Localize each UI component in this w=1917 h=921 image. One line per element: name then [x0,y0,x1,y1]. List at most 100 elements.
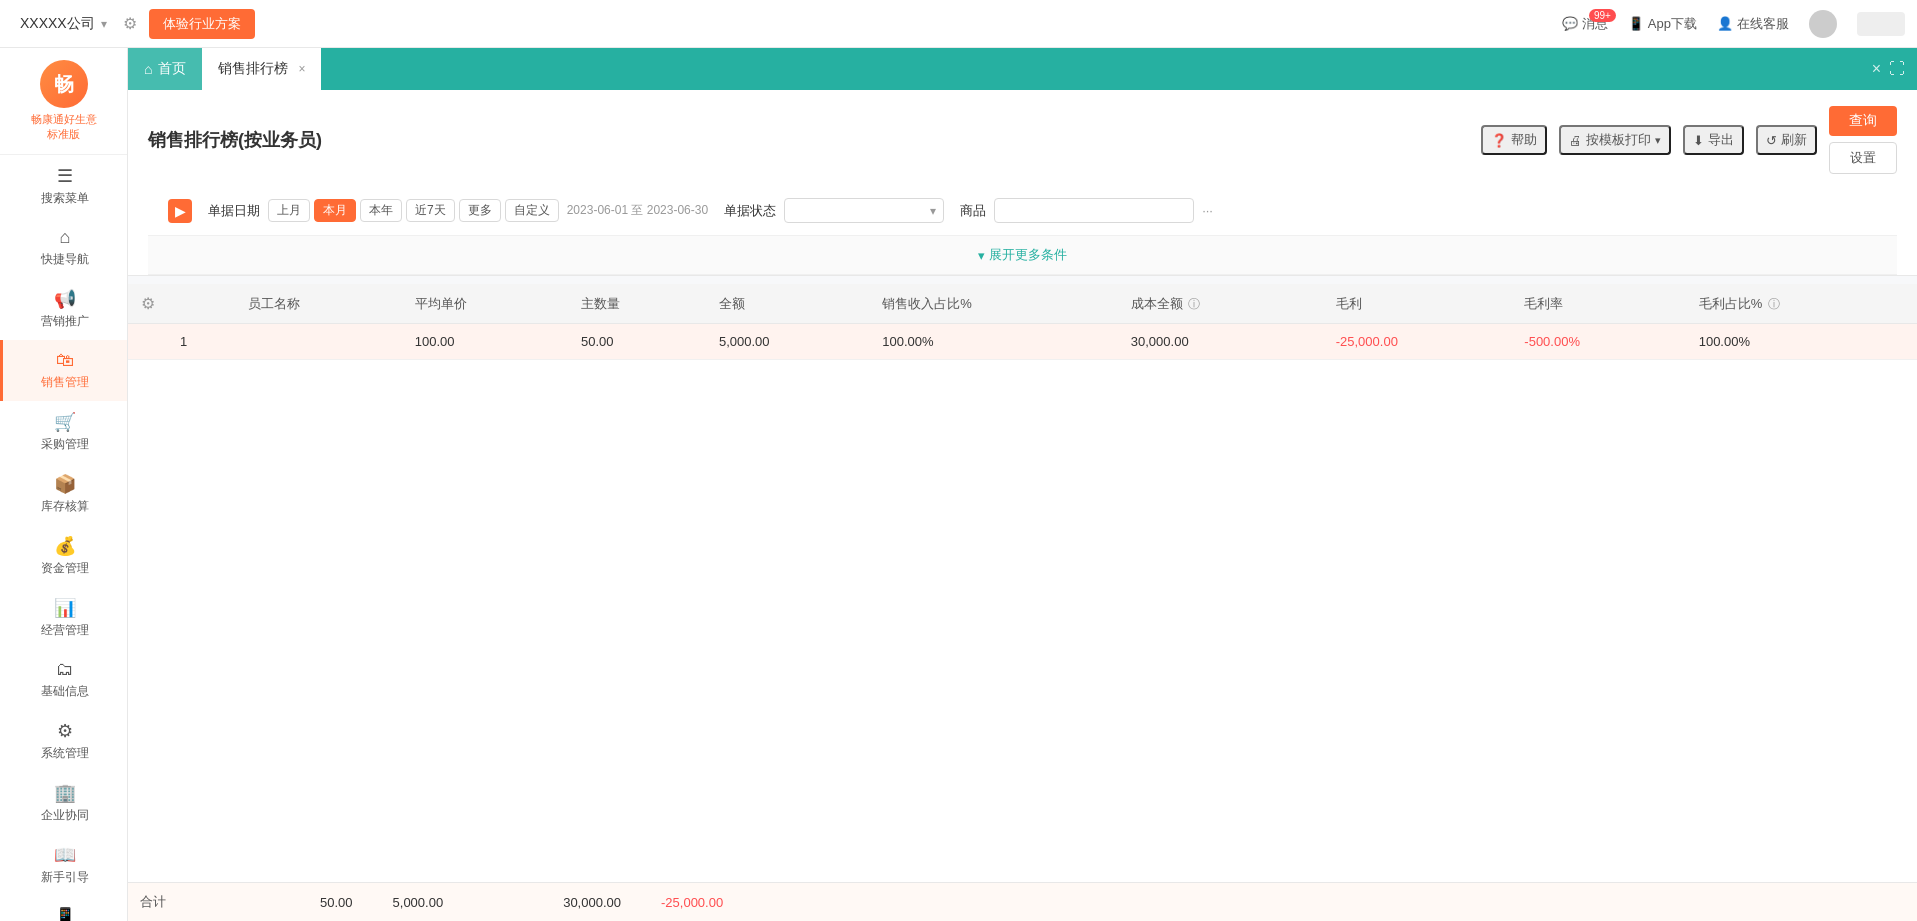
message-badge: 99+ [1589,9,1616,22]
search-order-icon: ☰ [57,165,73,187]
setting-button[interactable]: 设置 [1829,142,1897,174]
help-icon: ❓ [1491,133,1507,148]
expand-more-button[interactable]: ▾ 展开更多条件 [978,246,1067,264]
maximize-icon[interactable]: ⛶ [1889,60,1905,78]
help-label: 帮助 [1511,131,1537,149]
expand-arrow-icon: ▶ [175,203,186,219]
header-row: ⚙ 员工名称 平均单价 主数量 [128,284,1917,324]
gross-ratio-help-icon[interactable]: ⓘ [1768,297,1780,311]
template-print-label: 按模板打印 [1586,131,1651,149]
page-title-row: 销售排行榜(按业务员) ❓ 帮助 🖨 按模板打印 ▾ ⬇ [148,106,1897,174]
status-select[interactable] [784,198,944,223]
home-icon: ⌂ [144,61,152,77]
cell-rank: 1 [168,324,236,360]
col-settings[interactable]: ⚙ [128,284,168,324]
tab-close-icon[interactable]: × [298,62,305,76]
sidebar-item-basic-info[interactable]: 🗂 基础信息 [0,649,127,710]
close-window-icon[interactable]: × [1872,60,1881,78]
sidebar-item-quick-nav[interactable]: ⌂ 快捷导航 [0,217,127,278]
col-gross-ratio: 毛利占比% ⓘ [1687,284,1917,324]
purchase-icon: 🛒 [54,411,76,433]
col-employee-name: 员工名称 [236,284,402,324]
sidebar-item-finance[interactable]: 💰 资金管理 [0,525,127,587]
goods-more-icon[interactable]: ··· [1202,203,1213,218]
tab-sales-rank[interactable]: 销售排行榜 × [202,48,321,90]
logo-subtitle2: 标准版 [31,127,97,142]
page-content: 销售排行榜(按业务员) ❓ 帮助 🖨 按模板打印 ▾ ⬇ [128,90,1917,921]
sidebar-item-enterprise[interactable]: 🏢 企业协同 [0,772,127,834]
cell-gross-ratio: 100.00% [1687,324,1917,360]
user-name-placeholder [1857,12,1905,36]
sidebar-item-operations[interactable]: 📊 经营管理 [0,587,127,649]
sidebar-label-search: 搜索菜单 [41,190,89,207]
footer-cost: 30,000.00 [563,895,621,910]
filter-expand-button[interactable]: ▶ [168,199,192,223]
sales-rank-table: ⚙ 员工名称 平均单价 主数量 [128,284,1917,360]
sidebar-label-sales: 销售管理 [41,374,89,391]
cell-cost: 30,000.00 [1119,324,1324,360]
online-service-item[interactable]: 👤 在线客服 [1717,15,1789,33]
company-name: XXXXX公司 [20,15,95,33]
date-btn-more[interactable]: 更多 [459,199,501,222]
app-download-item[interactable]: 📱 App下载 [1628,15,1697,33]
settings-icon[interactable]: ⚙ [123,14,137,33]
page-title: 销售排行榜(按业务员) [148,128,322,152]
tab-home[interactable]: ⌂ 首页 [128,48,202,90]
trial-button[interactable]: 体验行业方案 [149,9,255,39]
query-button[interactable]: 查询 [1829,106,1897,136]
table-wrapper: ⚙ 员工名称 平均单价 主数量 [128,284,1917,882]
tab-bar: ⌂ 首页 销售排行榜 × × ⛶ [128,48,1917,90]
table-settings-icon[interactable]: ⚙ [141,295,155,312]
sidebar-item-system[interactable]: ⚙ 系统管理 [0,710,127,772]
goods-filter-input[interactable] [994,198,1194,223]
avatar[interactable] [1809,10,1837,38]
sidebar-item-guide[interactable]: 📖 新手引导 [0,834,127,896]
sidebar-item-purchase[interactable]: 🛒 采购管理 [0,401,127,463]
filter-row: ▶ 单据日期 上月 本月 本年 近7天 更多 自定义 2023-06-01 至 … [148,186,1897,236]
inventory-icon: 📦 [54,473,76,495]
logo-char: 畅 [54,71,74,98]
col-sales-ratio: 销售收入占比% [870,284,1119,324]
sidebar-item-search-order[interactable]: ☰ 搜索菜单 [0,155,127,217]
sidebar-item-marketing[interactable]: 📢 营销推广 [0,278,127,340]
date-btn-this-year[interactable]: 本年 [360,199,402,222]
refresh-button[interactable]: ↺ 刷新 [1756,125,1817,155]
export-label: 导出 [1708,131,1734,149]
logo-subtitle: 畅康通好生意 标准版 [31,112,97,142]
cell-main-qty: 50.00 [569,324,707,360]
cell-avg-price: 100.00 [403,324,569,360]
tab-bar-right: × ⛶ [1872,60,1917,78]
table-body: 1 100.00 50.00 [128,324,1917,360]
message-item[interactable]: 💬 消息 99+ [1562,15,1608,33]
date-btn-this-month[interactable]: 本月 [314,199,356,222]
footer-amount: 5,000.00 [393,895,444,910]
cell-gross: -25,000.00 [1324,324,1513,360]
template-print-button[interactable]: 🖨 按模板打印 ▾ [1559,125,1671,155]
top-header: XXXXX公司 ▾ ⚙ 体验行业方案 💬 消息 99+ 📱 App下载 👤 在线… [0,0,1917,48]
company-selector[interactable]: XXXXX公司 ▾ [12,11,115,37]
app-download-label: App下载 [1648,15,1697,33]
status-select-wrapper [784,198,944,223]
online-service-label: 在线客服 [1737,15,1789,33]
operations-icon: 📊 [54,597,76,619]
sidebar-item-sales[interactable]: 🛍 销售管理 [0,340,127,401]
page-header: 销售排行榜(按业务员) ❓ 帮助 🖨 按模板打印 ▾ ⬇ [128,90,1917,276]
export-icon: ⬇ [1693,133,1704,148]
system-icon: ⚙ [57,720,73,742]
cell-employee-name [236,324,402,360]
footer-main-qty: 50.00 [320,895,353,910]
help-button[interactable]: ❓ 帮助 [1481,125,1547,155]
expand-more-icon: ▾ [978,248,985,263]
col-gross-rate: 毛利率 [1512,284,1686,324]
cost-help-icon[interactable]: ⓘ [1188,297,1200,311]
col-main-qty: 主数量 [569,284,707,324]
date-btn-7days[interactable]: 近7天 [406,199,455,222]
export-button[interactable]: ⬇ 导出 [1683,125,1744,155]
sidebar-item-app-center[interactable]: 📱 应用中心 [0,896,127,921]
main-layout: 畅 畅康通好生意 标准版 ☰ 搜索菜单 ⌂ 快捷导航 📢 营销推广 🛍 销售管理… [0,48,1917,921]
date-btn-last-month[interactable]: 上月 [268,199,310,222]
sidebar-item-inventory[interactable]: 📦 库存核算 [0,463,127,525]
date-btn-custom[interactable]: 自定义 [505,199,559,222]
table-row: 1 100.00 50.00 [128,324,1917,360]
date-options: 上月 本月 本年 近7天 更多 自定义 [268,199,559,222]
